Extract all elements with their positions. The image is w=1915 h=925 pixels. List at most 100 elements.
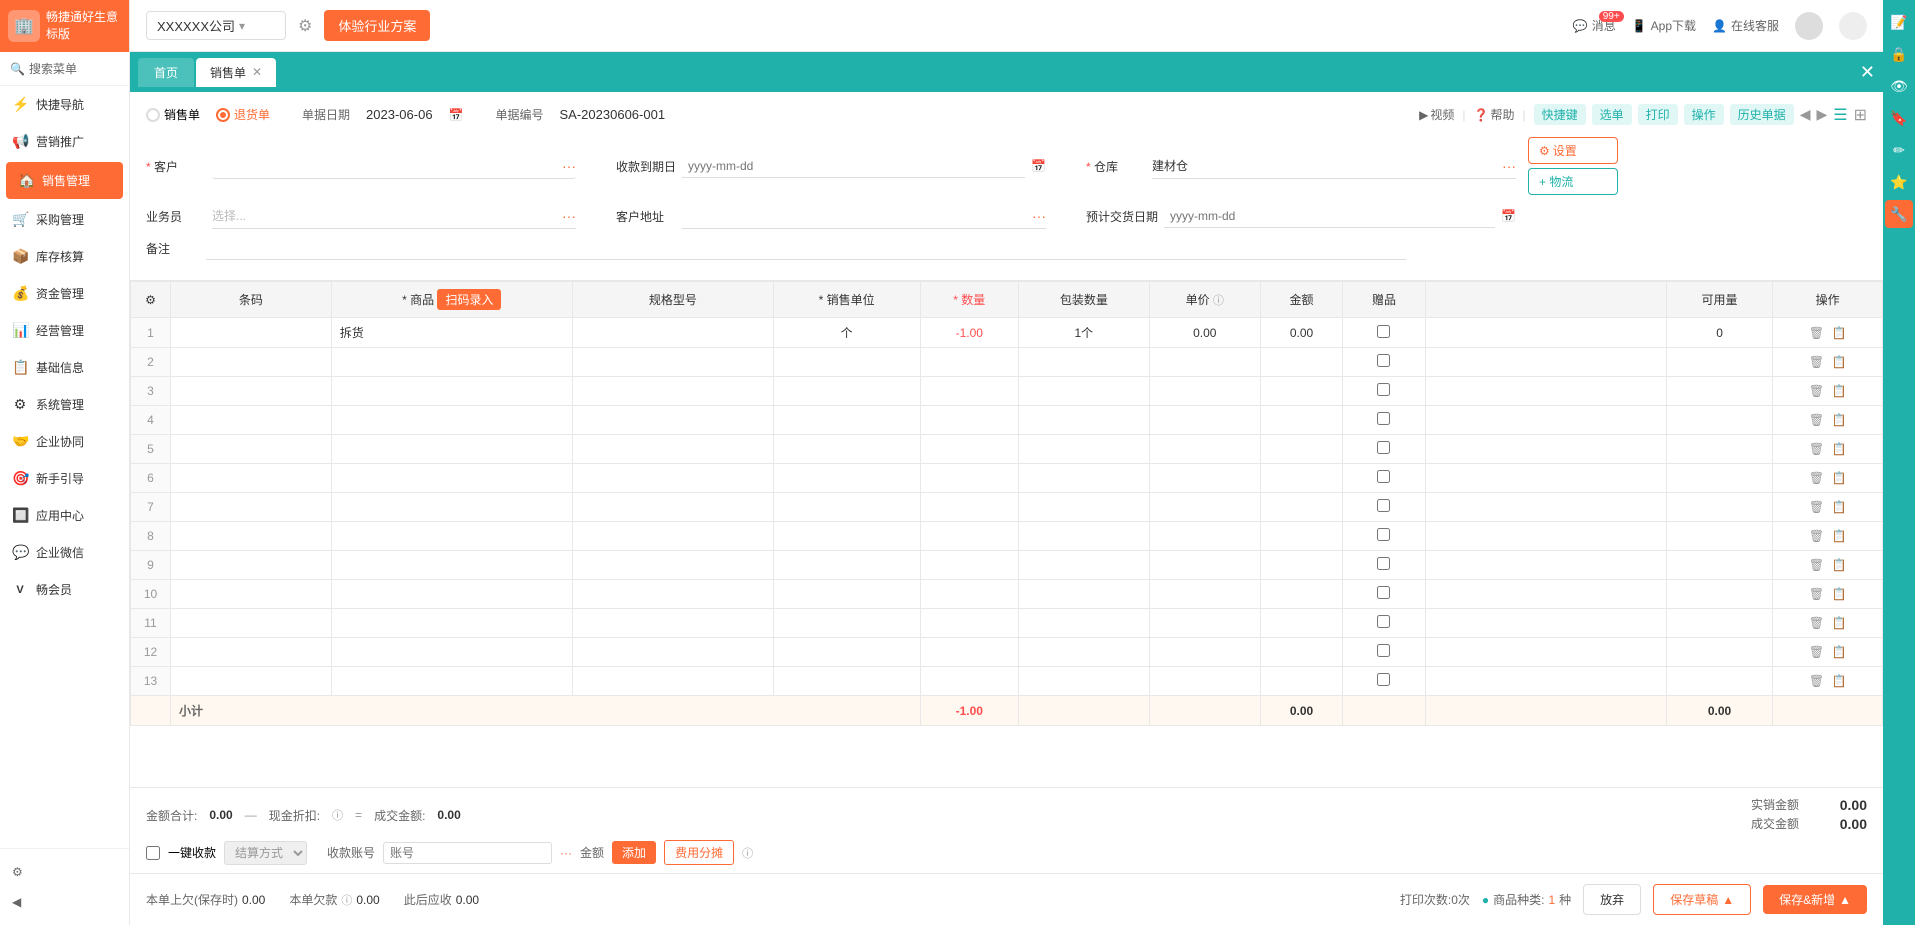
row-copy-icon-4[interactable]: 📋 [1831, 413, 1846, 427]
sidebar-item-wechat[interactable]: 💬 企业微信 [0, 534, 129, 571]
sidebar-item-finance[interactable]: 💰 资金管理 [0, 275, 129, 312]
row-gift-12[interactable] [1343, 638, 1425, 667]
row-copy-icon-7[interactable]: 📋 [1831, 500, 1846, 514]
row-unit-price-4[interactable] [1149, 406, 1260, 435]
row-spec-6[interactable] [572, 464, 773, 493]
right-panel-eye[interactable]: 👁 [1885, 72, 1913, 100]
row-delete-icon-5[interactable]: 🗑 [1809, 442, 1824, 456]
row-copy-icon-10[interactable]: 📋 [1831, 587, 1846, 601]
right-panel-tool[interactable]: 🔧 [1885, 200, 1913, 228]
right-panel-star[interactable]: ⭐ [1885, 168, 1913, 196]
row-gift-8[interactable] [1343, 522, 1425, 551]
row-unit-price-5[interactable] [1149, 435, 1260, 464]
addr-dots-icon[interactable]: ··· [1032, 208, 1046, 224]
fee-button[interactable]: 费用分摊 [664, 840, 734, 865]
row-product-2[interactable] [331, 348, 572, 377]
row-gift-4[interactable] [1343, 406, 1425, 435]
row-delete-icon-9[interactable]: 🗑 [1809, 558, 1824, 572]
row-amount-7[interactable] [1260, 493, 1342, 522]
row-copy-icon-9[interactable]: 📋 [1831, 558, 1846, 572]
row-pkg-qty-9[interactable] [1019, 551, 1150, 580]
calendar-icon[interactable]: 📅 [449, 108, 464, 122]
sidebar-item-quick-nav[interactable]: ⚡ 快捷导航 [0, 86, 129, 123]
row-unit-8[interactable] [773, 522, 920, 551]
row-copy-icon-12[interactable]: 📋 [1831, 645, 1846, 659]
logistics-button[interactable]: + 物流 [1528, 168, 1618, 195]
row-amount-2[interactable] [1260, 348, 1342, 377]
row-product-12[interactable] [331, 638, 572, 667]
row-unit-price-8[interactable] [1149, 522, 1260, 551]
row-copy-icon-8[interactable]: 📋 [1831, 529, 1846, 543]
receipt-date-input[interactable] [682, 155, 1025, 178]
row-unit-6[interactable] [773, 464, 920, 493]
help-btn[interactable]: ❓ 帮助 [1474, 106, 1515, 123]
history-btn[interactable]: 历史单据 [1730, 104, 1794, 125]
row-delete-icon-7[interactable]: 🗑 [1809, 500, 1824, 514]
trial-button[interactable]: 体验行业方案 [324, 10, 430, 41]
sidebar-settings-btn[interactable]: ⚙ [0, 857, 129, 887]
row-barcode-5[interactable] [171, 435, 332, 464]
row-unit-12[interactable] [773, 638, 920, 667]
row-barcode-6[interactable] [171, 464, 332, 493]
row-delete-icon-8[interactable]: 🗑 [1809, 529, 1824, 543]
shortcut-btn[interactable]: 快捷键 [1534, 104, 1586, 125]
row-gift-11[interactable] [1343, 609, 1425, 638]
save-draft-button[interactable]: 保存草稿 ▲ [1653, 884, 1751, 915]
row-pkg-qty-4[interactable] [1019, 406, 1150, 435]
row-unit-1[interactable]: 个 [773, 318, 920, 348]
row-spec-10[interactable] [572, 580, 773, 609]
row-unit-5[interactable] [773, 435, 920, 464]
next-btn[interactable]: ▶ [1816, 106, 1827, 123]
row-gift-6[interactable] [1343, 464, 1425, 493]
avatar2[interactable] [1839, 12, 1867, 40]
add-button[interactable]: 添加 [612, 841, 656, 864]
row-gift-7[interactable] [1343, 493, 1425, 522]
row-amount-8[interactable] [1260, 522, 1342, 551]
row-unit-price-10[interactable] [1149, 580, 1260, 609]
sidebar-item-system[interactable]: ⚙ 系统管理 [0, 386, 129, 423]
row-copy-icon-6[interactable]: 📋 [1831, 471, 1846, 485]
print-btn[interactable]: 打印 [1638, 104, 1678, 125]
row-barcode-8[interactable] [171, 522, 332, 551]
gear-icon[interactable]: ⚙ [298, 16, 312, 36]
salesperson-dots-icon[interactable]: ··· [562, 208, 576, 224]
app-download-button[interactable]: 📱 App下载 [1632, 17, 1696, 34]
row-qty-8[interactable] [920, 522, 1018, 551]
row-pkg-qty-5[interactable] [1019, 435, 1150, 464]
row-gift-9[interactable] [1343, 551, 1425, 580]
row-unit-7[interactable] [773, 493, 920, 522]
row-amount-9[interactable] [1260, 551, 1342, 580]
scan-button[interactable]: 扫码录入 [437, 289, 501, 310]
row-unit-3[interactable] [773, 377, 920, 406]
row-product-5[interactable] [331, 435, 572, 464]
row-amount-11[interactable] [1260, 609, 1342, 638]
row-unit-10[interactable] [773, 580, 920, 609]
row-qty-9[interactable] [920, 551, 1018, 580]
row-qty-7[interactable] [920, 493, 1018, 522]
operation-btn[interactable]: 操作 [1684, 104, 1724, 125]
row-copy-icon-3[interactable]: 📋 [1831, 384, 1846, 398]
company-selector[interactable]: XXXXXX公司 ▾ [146, 11, 286, 40]
row-unit-11[interactable] [773, 609, 920, 638]
row-spec-7[interactable] [572, 493, 773, 522]
select-btn[interactable]: 选单 [1592, 104, 1632, 125]
row-delete-icon-1[interactable]: 🗑 [1809, 326, 1824, 340]
row-unit-price-3[interactable] [1149, 377, 1260, 406]
row-delete-icon-6[interactable]: 🗑 [1809, 471, 1824, 485]
right-panel-edit[interactable]: ✏ [1885, 136, 1913, 164]
row-pkg-qty-6[interactable] [1019, 464, 1150, 493]
row-barcode-13[interactable] [171, 667, 332, 696]
tab-sales-order[interactable]: 销售单 ✕ [196, 58, 276, 87]
row-product-8[interactable] [331, 522, 572, 551]
row-unit-price-12[interactable] [1149, 638, 1260, 667]
sidebar-item-inventory[interactable]: 📦 库存核算 [0, 238, 129, 275]
radio-sales-order[interactable]: 销售单 [146, 106, 200, 123]
row-pkg-qty-1[interactable]: 1个 [1019, 318, 1150, 348]
row-copy-icon-13[interactable]: 📋 [1831, 674, 1846, 688]
tab-bar-close-icon[interactable]: ✕ [1860, 62, 1875, 83]
row-gift-5[interactable] [1343, 435, 1425, 464]
row-pkg-qty-3[interactable] [1019, 377, 1150, 406]
row-product-9[interactable] [331, 551, 572, 580]
col-gear[interactable]: ⚙ [131, 282, 171, 318]
row-gift-2[interactable] [1343, 348, 1425, 377]
